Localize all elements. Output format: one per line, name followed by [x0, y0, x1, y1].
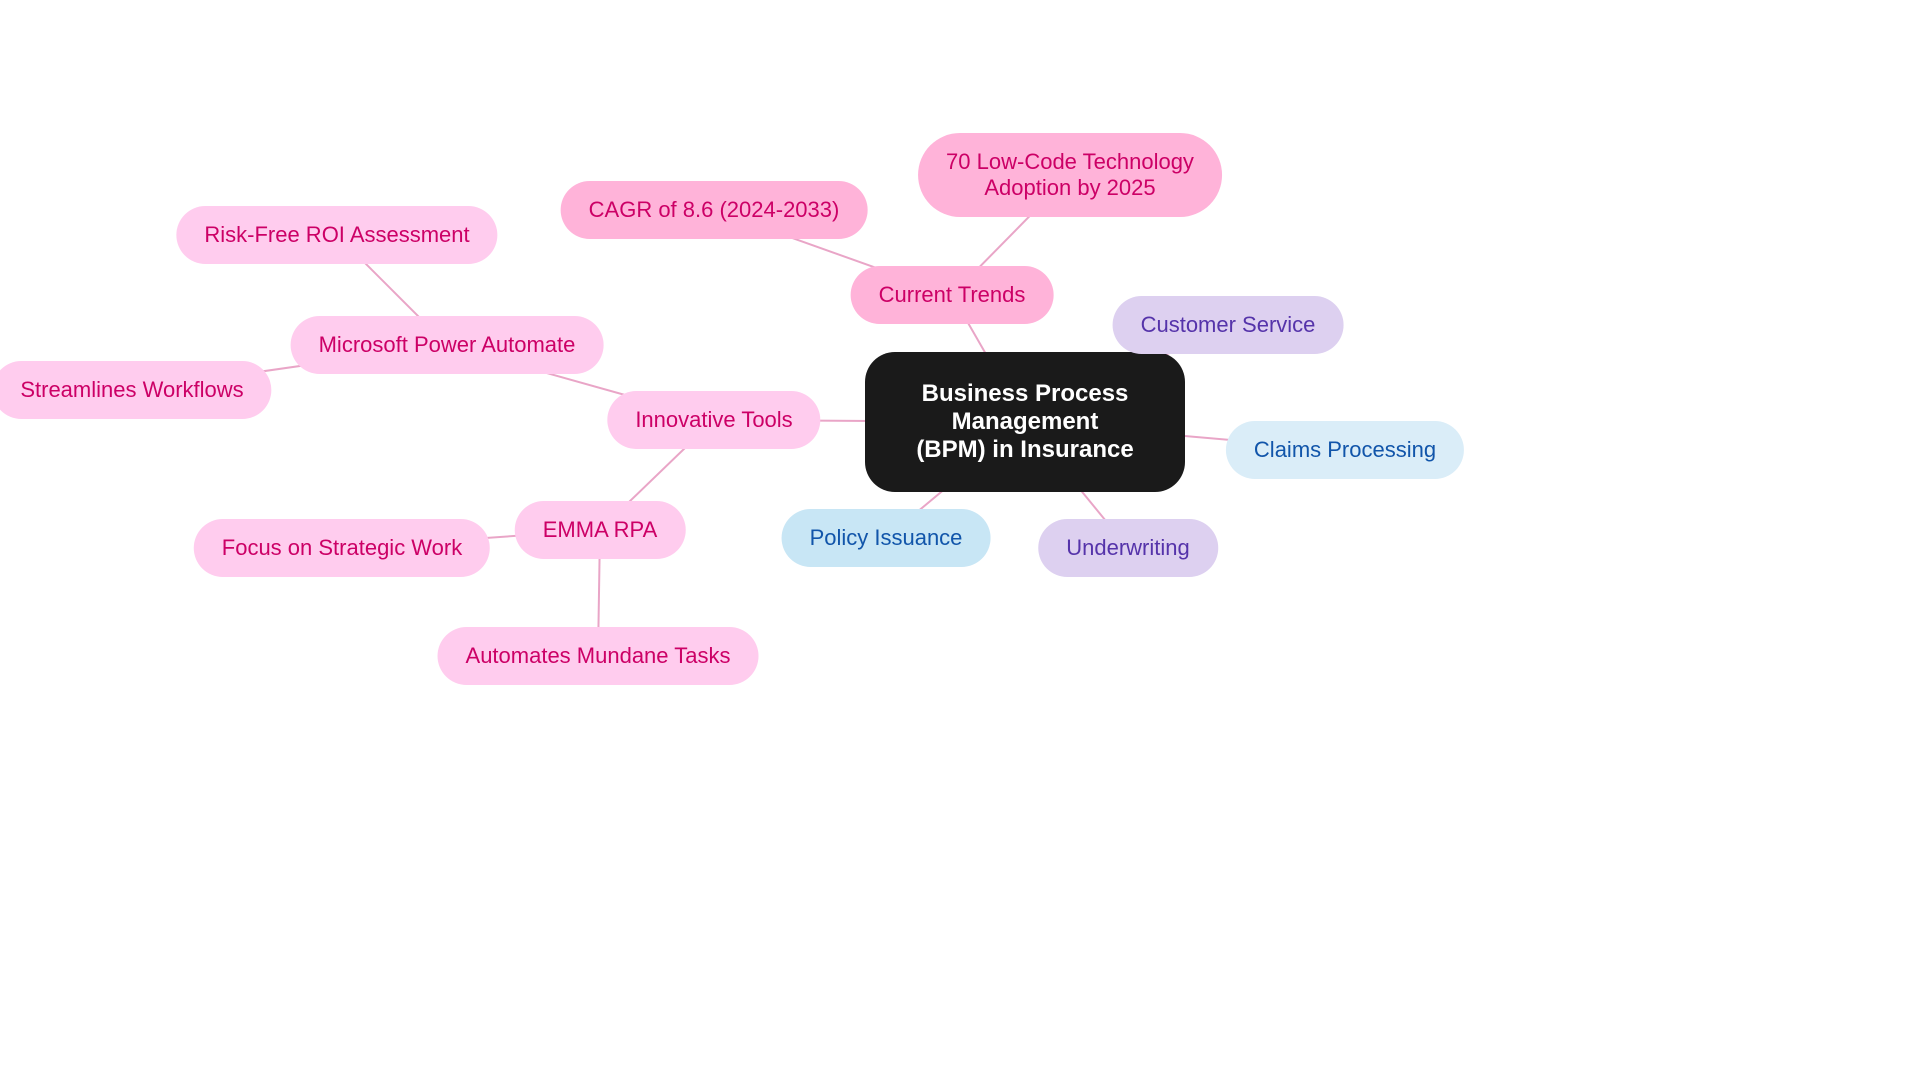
- node-ms-power-automate: Microsoft Power Automate: [291, 316, 604, 374]
- node-claims-processing: Claims Processing: [1226, 421, 1464, 479]
- node-label-ms-power-automate: Microsoft Power Automate: [319, 332, 576, 358]
- node-label-lowcode: 70 Low-Code Technology Adoption by 2025: [946, 149, 1194, 201]
- node-label-customer-service: Customer Service: [1141, 312, 1316, 338]
- node-automates: Automates Mundane Tasks: [438, 627, 759, 685]
- node-label-underwriting: Underwriting: [1066, 535, 1190, 561]
- node-label-policy-issuance: Policy Issuance: [810, 525, 963, 551]
- node-underwriting: Underwriting: [1038, 519, 1218, 577]
- node-label-automates: Automates Mundane Tasks: [466, 643, 731, 669]
- node-cagr: CAGR of 8.6 (2024-2033): [561, 181, 868, 239]
- node-focus-strategic: Focus on Strategic Work: [194, 519, 490, 577]
- node-customer-service: Customer Service: [1113, 296, 1344, 354]
- node-center: Business Process Management (BPM) in Ins…: [865, 352, 1185, 492]
- node-label-claims-processing: Claims Processing: [1254, 437, 1436, 463]
- node-policy-issuance: Policy Issuance: [782, 509, 991, 567]
- node-label-risk-free: Risk-Free ROI Assessment: [204, 222, 469, 248]
- mind-map-diagram: Business Process Management (BPM) in Ins…: [0, 0, 1920, 1083]
- node-emma-rpa: EMMA RPA: [515, 501, 686, 559]
- node-label-streamlines: Streamlines Workflows: [20, 377, 243, 403]
- node-label-cagr: CAGR of 8.6 (2024-2033): [589, 197, 840, 223]
- node-label-center: Business Process Management (BPM) in Ins…: [905, 380, 1145, 464]
- node-risk-free: Risk-Free ROI Assessment: [176, 206, 497, 264]
- node-label-innovative-tools: Innovative Tools: [635, 407, 792, 433]
- node-label-emma-rpa: EMMA RPA: [543, 517, 658, 543]
- node-lowcode: 70 Low-Code Technology Adoption by 2025: [918, 133, 1222, 217]
- node-label-current-trends: Current Trends: [879, 282, 1026, 308]
- node-streamlines: Streamlines Workflows: [0, 361, 272, 419]
- node-current-trends: Current Trends: [851, 266, 1054, 324]
- node-innovative-tools: Innovative Tools: [607, 391, 820, 449]
- node-label-focus-strategic: Focus on Strategic Work: [222, 535, 462, 561]
